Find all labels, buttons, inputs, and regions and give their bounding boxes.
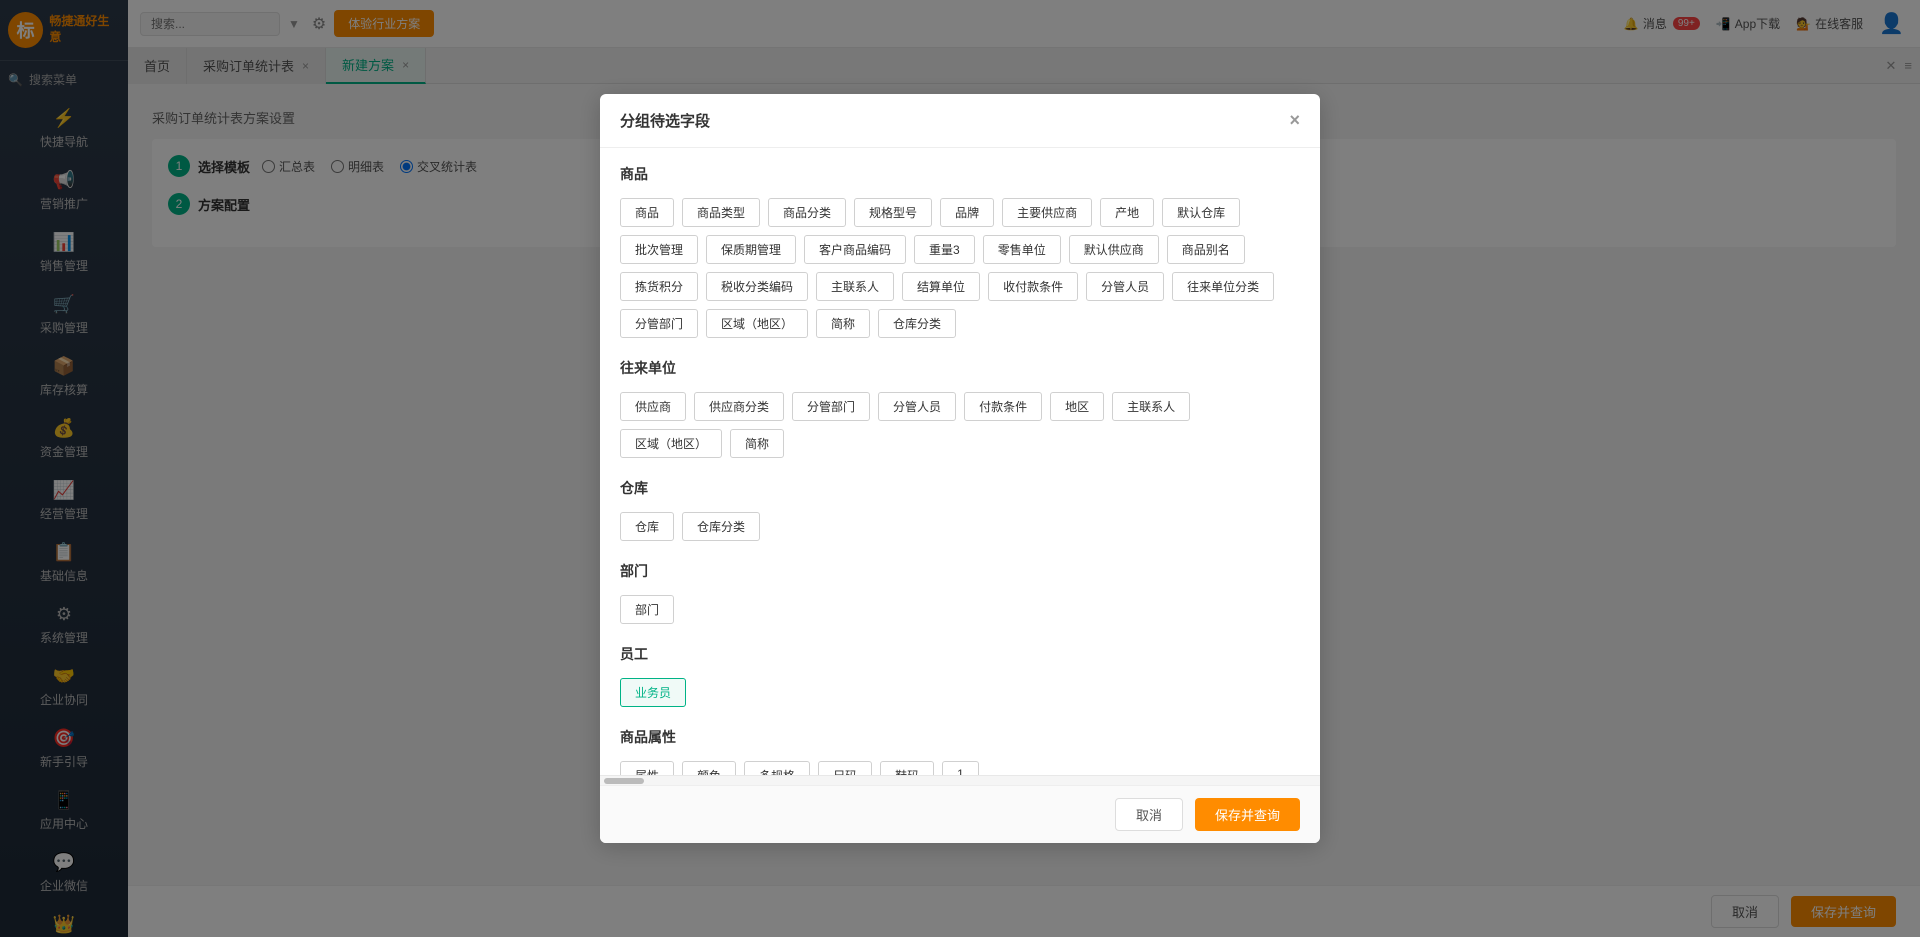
section-department-title: 部门 <box>620 561 1300 585</box>
section-goods-tags: 商品 商品类型 商品分类 规格型号 品牌 主要供应商 产地 默认仓库 批次管理 … <box>620 198 1300 338</box>
modal-body: 商品 商品 商品类型 商品分类 规格型号 品牌 主要供应商 产地 默认仓库 批次… <box>600 148 1320 775</box>
field-tag-partner-mgr[interactable]: 分管人员 <box>878 392 956 421</box>
modal-close-btn[interactable]: × <box>1289 110 1300 131</box>
field-tag-multi-spec[interactable]: 多规格 <box>744 761 810 775</box>
field-tag-weight[interactable]: 重量3 <box>914 235 975 264</box>
field-tag-salesperson[interactable]: 业务员 <box>620 678 686 707</box>
section-staff-title: 员工 <box>620 644 1300 668</box>
field-tag-payment[interactable]: 收付款条件 <box>988 272 1078 301</box>
field-tag-default-wh[interactable]: 默认仓库 <box>1162 198 1240 227</box>
section-department: 部门 部门 <box>620 561 1300 624</box>
field-tag-num1[interactable]: 1 <box>942 761 979 775</box>
field-tag-origin[interactable]: 产地 <box>1100 198 1154 227</box>
field-tag-partner-region[interactable]: 区域（地区） <box>620 429 722 458</box>
field-tag-goods[interactable]: 商品 <box>620 198 674 227</box>
field-tag-settle-unit[interactable]: 结算单位 <box>902 272 980 301</box>
field-tag-main-contact[interactable]: 主联系人 <box>1112 392 1190 421</box>
section-goods-title: 商品 <box>620 164 1300 188</box>
modal-cancel-btn[interactable]: 取消 <box>1115 798 1183 831</box>
field-tag-brand[interactable]: 品牌 <box>940 198 994 227</box>
section-goods-attr-title: 商品属性 <box>620 727 1300 751</box>
field-tag-spec[interactable]: 规格型号 <box>854 198 932 227</box>
field-tag-expiry[interactable]: 保质期管理 <box>706 235 796 264</box>
field-tag-partner-short[interactable]: 简称 <box>730 429 784 458</box>
section-goods: 商品 商品 商品类型 商品分类 规格型号 品牌 主要供应商 产地 默认仓库 批次… <box>620 164 1300 338</box>
field-tag-size[interactable]: 尺码 <box>818 761 872 775</box>
field-tag-cust-code[interactable]: 客户商品编码 <box>804 235 906 264</box>
section-goods-attr-tags: 属性 颜色 多规格 尺码 鞋码 1 <box>620 761 1300 775</box>
hscroll-thumb <box>604 778 644 784</box>
field-tag-color[interactable]: 颜色 <box>682 761 736 775</box>
section-department-tags: 部门 <box>620 595 1300 624</box>
field-tag-short-name[interactable]: 简称 <box>816 309 870 338</box>
field-tag-dept[interactable]: 分管部门 <box>620 309 698 338</box>
field-tag-attr[interactable]: 属性 <box>620 761 674 775</box>
field-tag-partner-dept[interactable]: 分管部门 <box>792 392 870 421</box>
field-tag-department[interactable]: 部门 <box>620 595 674 624</box>
modal-confirm-btn[interactable]: 保存并查询 <box>1195 798 1300 831</box>
modal-title: 分组待选字段 <box>620 110 710 131</box>
modal-footer: 取消 保存并查询 <box>600 785 1320 843</box>
field-tag-goods-cat[interactable]: 商品分类 <box>768 198 846 227</box>
field-select-modal: 分组待选字段 × 商品 商品 商品类型 商品分类 规格型号 品牌 主要供应商 产… <box>600 94 1320 844</box>
section-partner-title: 往来单位 <box>620 358 1300 382</box>
section-partner-tags: 供应商 供应商分类 分管部门 分管人员 付款条件 地区 主联系人 区域（地区） … <box>620 392 1300 458</box>
section-warehouse-tags: 仓库 仓库分类 <box>620 512 1300 541</box>
field-tag-warehouse[interactable]: 仓库 <box>620 512 674 541</box>
field-tag-sup-cat[interactable]: 供应商分类 <box>694 392 784 421</box>
section-partner: 往来单位 供应商 供应商分类 分管部门 分管人员 付款条件 地区 主联系人 区域… <box>620 358 1300 458</box>
field-tag-main-supplier[interactable]: 主要供应商 <box>1002 198 1092 227</box>
field-tag-region[interactable]: 区域（地区） <box>706 309 808 338</box>
section-goods-attr: 商品属性 属性 颜色 多规格 尺码 鞋码 1 <box>620 727 1300 775</box>
field-tag-pick-score[interactable]: 拣货积分 <box>620 272 698 301</box>
field-tag-partner-cat[interactable]: 往来单位分类 <box>1172 272 1274 301</box>
field-tag-wh-category[interactable]: 仓库分类 <box>682 512 760 541</box>
section-staff: 员工 业务员 <box>620 644 1300 707</box>
field-tag-goods-type[interactable]: 商品类型 <box>682 198 760 227</box>
section-staff-tags: 业务员 <box>620 678 1300 707</box>
field-tag-area[interactable]: 地区 <box>1050 392 1104 421</box>
modal-overlay: 分组待选字段 × 商品 商品 商品类型 商品分类 规格型号 品牌 主要供应商 产… <box>0 0 1920 937</box>
field-tag-payment-cond[interactable]: 付款条件 <box>964 392 1042 421</box>
section-warehouse-title: 仓库 <box>620 478 1300 502</box>
hscroll-bar[interactable] <box>600 775 1320 785</box>
field-tag-retail-unit[interactable]: 零售单位 <box>983 235 1061 264</box>
field-tag-tax-code[interactable]: 税收分类编码 <box>706 272 808 301</box>
field-tag-goods-alias[interactable]: 商品别名 <box>1167 235 1245 264</box>
field-tag-manager[interactable]: 分管人员 <box>1086 272 1164 301</box>
field-tag-contact[interactable]: 主联系人 <box>816 272 894 301</box>
section-warehouse: 仓库 仓库 仓库分类 <box>620 478 1300 541</box>
field-tag-default-sup[interactable]: 默认供应商 <box>1069 235 1159 264</box>
field-tag-batch[interactable]: 批次管理 <box>620 235 698 264</box>
field-tag-wh-cat[interactable]: 仓库分类 <box>878 309 956 338</box>
field-tag-shoe-size[interactable]: 鞋码 <box>880 761 934 775</box>
field-tag-supplier[interactable]: 供应商 <box>620 392 686 421</box>
modal-header: 分组待选字段 × <box>600 94 1320 148</box>
